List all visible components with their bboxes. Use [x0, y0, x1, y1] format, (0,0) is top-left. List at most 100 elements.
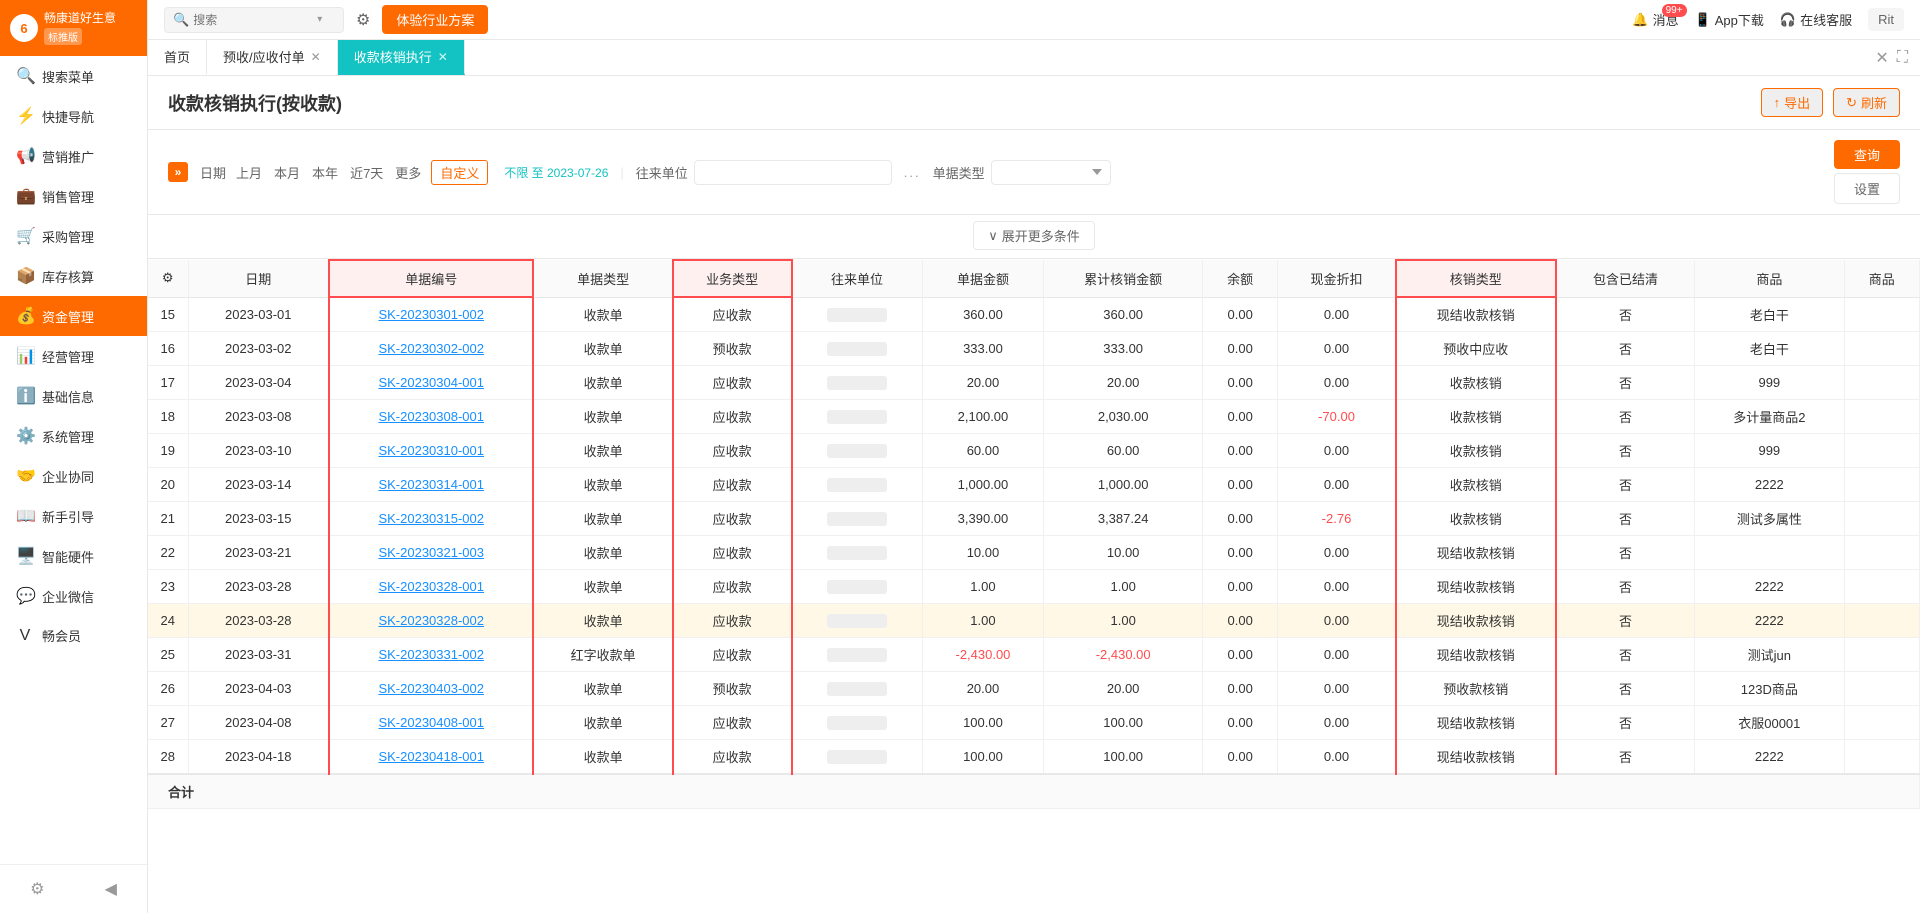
cell-bill-no: SK-20230302-002 [329, 332, 533, 366]
cell-verified: 360.00 [1044, 297, 1203, 332]
mobile-icon: 📱 [1695, 12, 1711, 28]
settings-filter-btn[interactable]: 设置 [1834, 173, 1900, 204]
filter-action-btns: 查询 设置 [1834, 140, 1900, 204]
cell-verify-type: 预收中应收 [1396, 332, 1556, 366]
sidebar-item-0[interactable]: 🔍搜索菜单 [0, 56, 147, 96]
cell-biz-type: 预收款 [673, 672, 792, 706]
cell-product2 [1844, 536, 1919, 570]
cell-date: 2023-04-08 [188, 706, 329, 740]
sidebar-item-9[interactable]: ⚙️系统管理 [0, 416, 147, 456]
date-range-text: 不限 至 2023-07-26 [504, 164, 608, 181]
sidebar-item-14[interactable]: V畅会员 [0, 616, 147, 655]
cell-discount: 0.00 [1278, 297, 1396, 332]
cell-date: 2023-03-28 [188, 570, 329, 604]
gear-icon[interactable]: ⚙ [356, 10, 370, 30]
partner-value [827, 478, 887, 492]
partner-value [827, 342, 887, 356]
cell-no: 23 [148, 570, 188, 604]
notify-btn[interactable]: 🔔 消息 99+ [1632, 10, 1678, 29]
cell-no: 27 [148, 706, 188, 740]
partner-value [827, 614, 887, 628]
cell-bill-type: 收款单 [533, 468, 672, 502]
tab-home[interactable]: 首页 [148, 40, 207, 75]
sidebar-icon-5: 📦 [16, 266, 34, 286]
date-custom-btn[interactable]: 自定义 [431, 160, 488, 185]
sidebar-item-3[interactable]: 💼销售管理 [0, 176, 147, 216]
cell-included: 否 [1556, 638, 1695, 672]
col-partner: 往来单位 [792, 260, 923, 297]
date-7days[interactable]: 近7天 [346, 161, 387, 184]
date-this-year[interactable]: 本年 [308, 161, 342, 184]
cell-date: 2023-03-10 [188, 434, 329, 468]
sidebar-item-6[interactable]: 💰资金管理 [0, 296, 147, 336]
cell-partner [792, 638, 923, 672]
filter-expand-btn[interactable]: » [168, 162, 188, 182]
cell-verified: 3,387.24 [1044, 502, 1203, 536]
cell-amount: 20.00 [922, 672, 1044, 706]
cell-biz-type: 应收款 [673, 536, 792, 570]
cell-included: 否 [1556, 400, 1695, 434]
date-last-month[interactable]: 上月 [232, 161, 266, 184]
cell-product2 [1844, 366, 1919, 400]
sidebar-item-1[interactable]: ⚡快捷导航 [0, 96, 147, 136]
cell-verify-type: 预收款核销 [1396, 672, 1556, 706]
sidebar-item-4[interactable]: 🛒采购管理 [0, 216, 147, 256]
cell-bill-no: SK-20230328-001 [329, 570, 533, 604]
sidebar-label-4: 采购管理 [42, 227, 94, 246]
sidebar-item-12[interactable]: 🖥️智能硬件 [0, 536, 147, 576]
table-row: 21 2023-03-15 SK-20230315-002 收款单 应收款 3,… [148, 502, 1920, 536]
cell-partner [792, 604, 923, 638]
tab-receivable[interactable]: 预收/应收付单 ✕ [207, 40, 338, 75]
sidebar: 6 畅康道好生意 标推版 🔍搜索菜单⚡快捷导航📢营销推广💼销售管理🛒采购管理📦库… [0, 0, 148, 913]
industry-btn[interactable]: 体验行业方案 [382, 5, 488, 34]
billtype-select[interactable] [991, 160, 1111, 185]
app-download-btn[interactable]: 📱 App下载 [1695, 10, 1764, 29]
tab-expand-icon[interactable]: ⛶ [1897, 49, 1908, 67]
tab-close-verification[interactable]: ✕ [438, 50, 448, 64]
filter-date-group: 日期 上月 本月 本年 近7天 更多 自定义 [200, 160, 488, 185]
settings-icon[interactable]: ⚙ [20, 873, 54, 905]
filter-more-dots: ... [904, 165, 921, 180]
tab-verification[interactable]: 收款核销执行 ✕ [338, 40, 465, 75]
date-this-month[interactable]: 本月 [270, 161, 304, 184]
partner-value [827, 546, 887, 560]
partner-value [827, 580, 887, 594]
expand-conditions-btn[interactable]: ∨ 展开更多条件 [973, 221, 1095, 250]
export-btn[interactable]: ↑ 导出 [1761, 88, 1824, 117]
col-amount: 单据金额 [922, 260, 1044, 297]
sidebar-icon-2: 📢 [16, 146, 34, 166]
cell-product1: 多计量商品2 [1695, 400, 1844, 434]
tab-close-all-icon[interactable]: ✕ [1875, 48, 1888, 68]
cell-balance: 0.00 [1203, 400, 1278, 434]
chevron-down-icon[interactable]: ▾ [317, 14, 322, 25]
sidebar-item-5[interactable]: 📦库存核算 [0, 256, 147, 296]
sidebar-item-10[interactable]: 🤝企业协同 [0, 456, 147, 496]
partner-input[interactable] [694, 160, 892, 185]
date-quick-btns: 上月 本月 本年 近7天 更多 [232, 161, 425, 184]
cell-no: 24 [148, 604, 188, 638]
cell-product1: 测试jun [1695, 638, 1844, 672]
cell-verified: 1,000.00 [1044, 468, 1203, 502]
online-service-btn[interactable]: 🎧 在线客服 [1780, 10, 1852, 29]
query-btn[interactable]: 查询 [1834, 140, 1900, 169]
sidebar-item-11[interactable]: 📖新手引导 [0, 496, 147, 536]
refresh-btn[interactable]: ↻ 刷新 [1833, 88, 1900, 117]
app-badge: 标推版 [44, 28, 82, 45]
col-settings[interactable]: ⚙ [148, 260, 188, 297]
cell-biz-type: 应收款 [673, 297, 792, 332]
cell-product1: 2222 [1695, 468, 1844, 502]
cell-product2 [1844, 638, 1919, 672]
sidebar-item-7[interactable]: 📊经营管理 [0, 336, 147, 376]
sidebar-item-8[interactable]: ℹ️基础信息 [0, 376, 147, 416]
cell-bill-type: 收款单 [533, 672, 672, 706]
sidebar-icon-0: 🔍 [16, 66, 34, 86]
collapse-icon[interactable]: ◀ [95, 873, 127, 905]
user-menu[interactable]: Rit [1868, 8, 1904, 31]
tab-close-receivable[interactable]: ✕ [311, 50, 321, 64]
sidebar-item-2[interactable]: 📢营销推广 [0, 136, 147, 176]
topbar-search-input[interactable] [193, 13, 313, 27]
cell-no: 17 [148, 366, 188, 400]
sidebar-item-13[interactable]: 💬企业微信 [0, 576, 147, 616]
cell-product1: 2222 [1695, 570, 1844, 604]
date-more[interactable]: 更多 [391, 161, 425, 184]
